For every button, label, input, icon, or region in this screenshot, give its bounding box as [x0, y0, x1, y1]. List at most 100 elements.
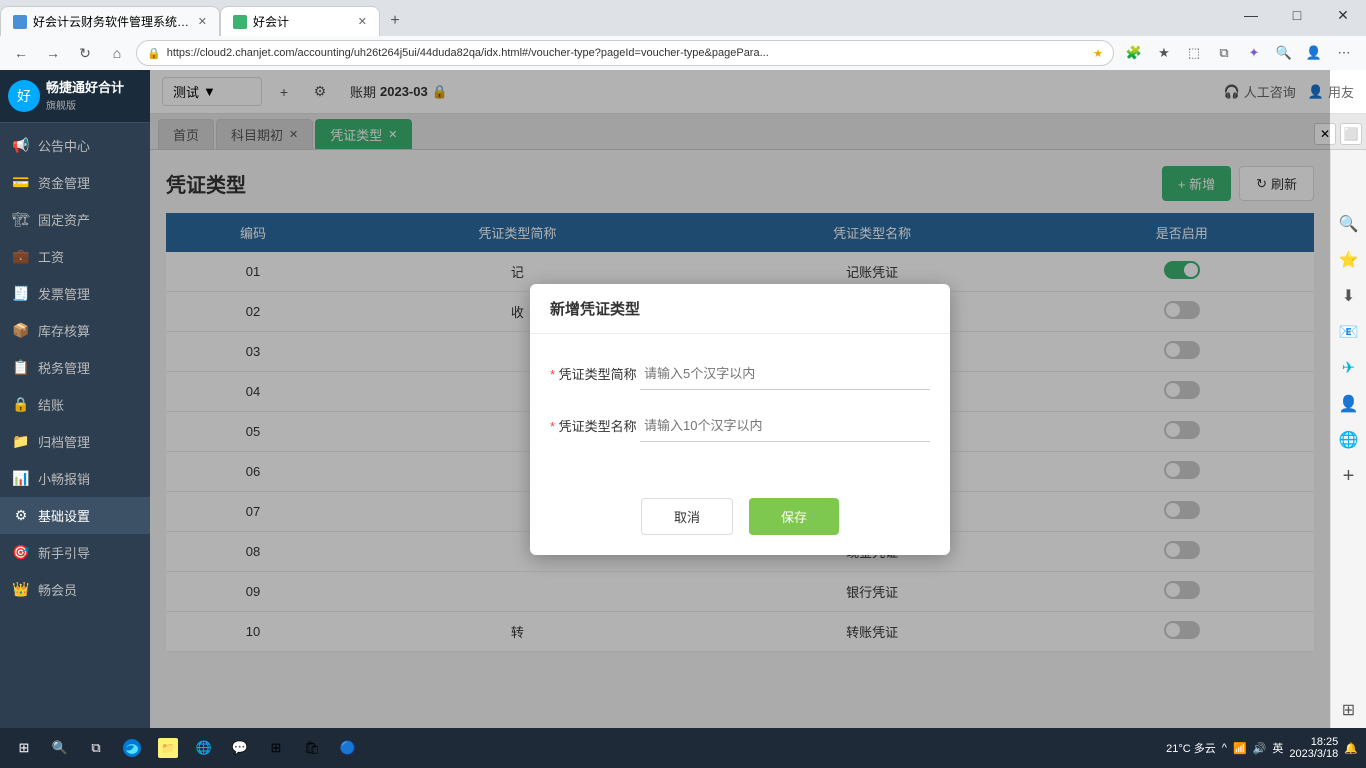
tab2-title: 好会计 — [253, 13, 352, 30]
dialog-overlay: 新增凭证类型 凭证类型简称 凭证类型名称 取消 保存 — [150, 70, 1330, 768]
sidebar-item-report[interactable]: 📊 小畅报销 — [0, 460, 150, 497]
minimize-button[interactable]: — — [1228, 0, 1274, 30]
inventory-icon: 📦 — [12, 322, 30, 340]
azure-sidebar-icon[interactable]: 🌐 — [1335, 426, 1363, 454]
tab1-title: 好会计云财务软件管理系统_会计 — [33, 13, 192, 30]
sidebar-item-report-label: 小畅报销 — [38, 469, 90, 488]
taskbar-time: 18:25 — [1289, 736, 1338, 748]
taskbar-up-icon: ^ — [1222, 742, 1227, 754]
sidebar-item-settings-label: 基础设置 — [38, 506, 90, 525]
home-button[interactable]: ⌂ — [104, 40, 130, 66]
sidebar-item-close[interactable]: 🔒 结账 — [0, 386, 150, 423]
sidebar-item-funds[interactable]: 💳 资金管理 — [0, 164, 150, 201]
fixed-assets-icon: 🏗 — [12, 211, 30, 229]
collections-button[interactable]: ⬚ — [1180, 39, 1208, 67]
menu-button[interactable]: ⋯ — [1330, 39, 1358, 67]
taskbar-apps[interactable]: ⊞ — [260, 732, 292, 764]
close-button[interactable]: ✕ — [1320, 0, 1366, 30]
favorites-button[interactable]: ★ — [1150, 39, 1178, 67]
tab-expand-button[interactable]: ⬜ — [1340, 123, 1362, 145]
sidebar-logo: 好 畅捷通好合计 旗舰版 — [0, 70, 150, 123]
grid-sidebar-icon[interactable]: ⊞ — [1335, 696, 1363, 724]
sidebar-item-settings[interactable]: ⚙ 基础设置 — [0, 497, 150, 534]
close-icon: 🔒 — [12, 396, 30, 414]
taskbar-right: 21°C 多云 ^ 📶 🔊 英 18:25 2023/3/18 🔔 — [1166, 736, 1358, 760]
sidebar-item-archive-label: 归档管理 — [38, 432, 90, 451]
guide-icon: 🎯 — [12, 544, 30, 562]
taskbar: ⊞ 🔍 ⧉ 📁 🌐 💬 ⊞ 🛍 🔵 21°C 多云 ^ 📶 🔊 英 18:25 … — [0, 728, 1366, 768]
sidebar-item-fixed-assets-label: 固定资产 — [38, 210, 90, 229]
taskbar-chrome[interactable]: 🌐 — [188, 732, 220, 764]
start-button[interactable]: ⊞ — [8, 732, 40, 764]
forward-button[interactable]: → — [40, 40, 66, 66]
dialog-body: 凭证类型简称 凭证类型名称 — [530, 334, 950, 486]
lock-icon: 🔒 — [147, 47, 161, 60]
full-name-field: 凭证类型名称 — [550, 410, 930, 442]
settings-icon: ⚙ — [12, 507, 30, 525]
taskbar-date: 2023/3/18 — [1289, 748, 1338, 760]
profile-button[interactable]: 👤 — [1300, 39, 1328, 67]
new-tab-button[interactable]: + — [380, 6, 410, 36]
tab2-close[interactable]: ✕ — [358, 15, 367, 28]
splitscreen-button[interactable]: ⧉ — [1210, 39, 1238, 67]
sidebar-item-archive[interactable]: 📁 归档管理 — [0, 423, 150, 460]
back-button[interactable]: ← — [8, 40, 34, 66]
sidebar-item-member[interactable]: 👑 畅会员 — [0, 571, 150, 608]
browser-tab-2[interactable]: 好会计 ✕ — [220, 6, 380, 36]
full-name-input[interactable] — [640, 410, 930, 442]
reload-button[interactable]: ↻ — [72, 40, 98, 66]
taskbar-edge[interactable] — [116, 732, 148, 764]
funds-icon: 💳 — [12, 174, 30, 192]
sidebar-item-invoice[interactable]: 🧾 发票管理 — [0, 275, 150, 312]
taskbar-store[interactable]: 🛍 — [296, 732, 328, 764]
sidebar-item-fixed-assets[interactable]: 🏗 固定资产 — [0, 201, 150, 238]
invoice-icon: 🧾 — [12, 285, 30, 303]
sidebar-item-funds-label: 资金管理 — [38, 173, 90, 192]
taskbar-volume-icon: 🔊 — [1253, 742, 1267, 755]
taskbar-wechat[interactable]: 💬 — [224, 732, 256, 764]
tax-icon: 📋 — [12, 359, 30, 377]
maximize-button[interactable]: □ — [1274, 0, 1320, 30]
sidebar-item-guide[interactable]: 🎯 新手引导 — [0, 534, 150, 571]
search-sidebar-icon[interactable]: 🔍 — [1335, 210, 1363, 238]
sidebar-item-close-label: 结账 — [38, 395, 64, 414]
download-sidebar-icon[interactable]: ⬇ — [1335, 282, 1363, 310]
star-sidebar-icon[interactable]: ⭐ — [1335, 246, 1363, 274]
sidebar-item-announcement[interactable]: 📢 公告中心 — [0, 127, 150, 164]
full-name-label: 凭证类型名称 — [550, 416, 640, 435]
salary-icon: 💼 — [12, 248, 30, 266]
bookmark-icon[interactable]: ★ — [1093, 47, 1103, 60]
sidebar-item-announcement-label: 公告中心 — [38, 136, 90, 155]
logo-text: 畅捷通好合计 — [46, 80, 124, 97]
cancel-button[interactable]: 取消 — [641, 498, 733, 535]
short-name-input[interactable] — [640, 358, 930, 390]
notification-icon[interactable]: 🔔 — [1344, 742, 1358, 755]
copilot-button[interactable]: ✦ — [1240, 39, 1268, 67]
sidebar-item-inventory[interactable]: 📦 库存核算 — [0, 312, 150, 349]
tab1-close[interactable]: ✕ — [198, 15, 207, 28]
add-sidebar-icon[interactable]: + — [1335, 462, 1363, 490]
short-name-label: 凭证类型简称 — [550, 364, 640, 383]
outlook-sidebar-icon[interactable]: 📧 — [1335, 318, 1363, 346]
logo-sub: 旗舰版 — [46, 97, 124, 112]
sidebar-menu: 📢 公告中心 💳 资金管理 🏗 固定资产 💼 工资 🧾 发票管理 📦 库 — [0, 123, 150, 735]
send-sidebar-icon[interactable]: ✈ — [1335, 354, 1363, 382]
taskbar-search[interactable]: 🔍 — [44, 732, 76, 764]
taskbar-clock[interactable]: 18:25 2023/3/18 — [1289, 736, 1338, 760]
tab2-favicon — [233, 15, 247, 29]
address-bar[interactable]: 🔒 https://cloud2.chanjet.com/accounting/… — [136, 40, 1114, 66]
taskbar-edge2[interactable]: 🔵 — [332, 732, 364, 764]
announcement-icon: 📢 — [12, 137, 30, 155]
taskbar-language: 英 — [1272, 740, 1283, 756]
browser-tab-1[interactable]: 好会计云财务软件管理系统_会计 ✕ — [0, 6, 220, 36]
sidebar-item-salary[interactable]: 💼 工资 — [0, 238, 150, 275]
extensions-button[interactable]: 🧩 — [1120, 39, 1148, 67]
save-button[interactable]: 保存 — [749, 498, 839, 535]
address-text: https://cloud2.chanjet.com/accounting/uh… — [167, 47, 1087, 59]
user-sidebar-icon[interactable]: 👤 — [1335, 390, 1363, 418]
sidebar-item-tax[interactable]: 📋 税务管理 — [0, 349, 150, 386]
taskbar-file[interactable]: 📁 — [152, 732, 184, 764]
archive-icon: 📁 — [12, 433, 30, 451]
bing-search-button[interactable]: 🔍 — [1270, 39, 1298, 67]
taskbar-multitask[interactable]: ⧉ — [80, 732, 112, 764]
